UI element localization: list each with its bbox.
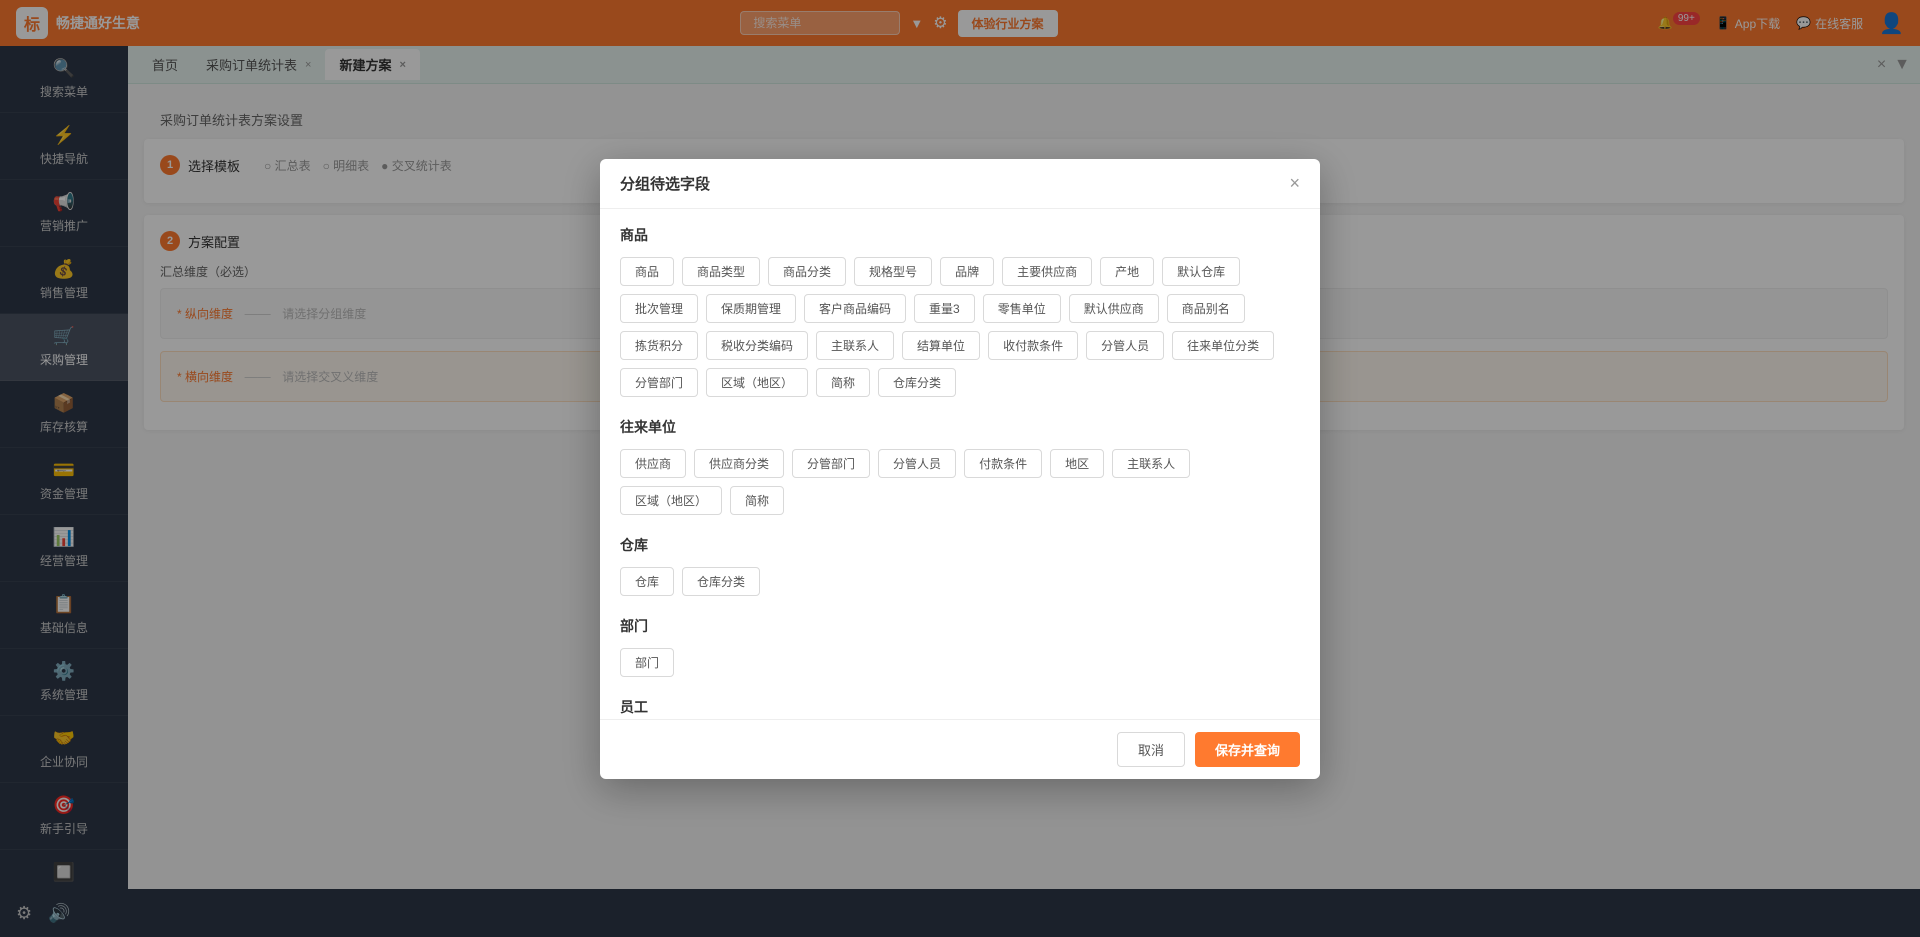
field-chip-g13[interactable]: 零售单位 bbox=[983, 294, 1061, 323]
field-chip-g16[interactable]: 拣货积分 bbox=[620, 331, 698, 360]
field-chip-p4[interactable]: 分管人员 bbox=[878, 449, 956, 478]
modal-body: 商品 商品 商品类型 商品分类 规格型号 品牌 主要供应商 产地 默认仓库 批次… bbox=[600, 209, 1320, 719]
field-select-modal: 分组待选字段 × 商品 商品 商品类型 商品分类 规格型号 品牌 主要供应商 产… bbox=[600, 159, 1320, 779]
field-chip-g9[interactable]: 批次管理 bbox=[620, 294, 698, 323]
section-warehouse-title: 仓库 bbox=[620, 535, 1300, 555]
field-chip-g11[interactable]: 客户商品编码 bbox=[804, 294, 906, 323]
section-dept: 部门 部门 bbox=[620, 616, 1300, 677]
field-chip-g8[interactable]: 默认仓库 bbox=[1162, 257, 1240, 286]
field-chip-p1[interactable]: 供应商 bbox=[620, 449, 686, 478]
field-chip-d1[interactable]: 部门 bbox=[620, 648, 674, 677]
modal-title: 分组待选字段 bbox=[620, 173, 710, 194]
field-chip-g1[interactable]: 商品 bbox=[620, 257, 674, 286]
field-chip-g5[interactable]: 品牌 bbox=[940, 257, 994, 286]
section-goods-title: 商品 bbox=[620, 225, 1300, 245]
field-grid-partner: 供应商 供应商分类 分管部门 分管人员 付款条件 地区 主联系人 区域（地区） … bbox=[620, 449, 1300, 515]
field-chip-p6[interactable]: 地区 bbox=[1050, 449, 1104, 478]
field-chip-p5[interactable]: 付款条件 bbox=[964, 449, 1042, 478]
field-chip-g6[interactable]: 主要供应商 bbox=[1002, 257, 1092, 286]
cancel-button[interactable]: 取消 bbox=[1117, 732, 1185, 767]
section-staff: 员工 业务员 bbox=[620, 697, 1300, 719]
section-partner-title: 往来单位 bbox=[620, 417, 1300, 437]
field-chip-p7[interactable]: 主联系人 bbox=[1112, 449, 1190, 478]
field-chip-p2[interactable]: 供应商分类 bbox=[694, 449, 784, 478]
field-grid-warehouse: 仓库 仓库分类 bbox=[620, 567, 1300, 596]
field-chip-g10[interactable]: 保质期管理 bbox=[706, 294, 796, 323]
field-chip-g3[interactable]: 商品分类 bbox=[768, 257, 846, 286]
field-chip-g15[interactable]: 商品别名 bbox=[1167, 294, 1245, 323]
field-grid-goods: 商品 商品类型 商品分类 规格型号 品牌 主要供应商 产地 默认仓库 批次管理 … bbox=[620, 257, 1300, 397]
field-chip-g26[interactable]: 仓库分类 bbox=[878, 368, 956, 397]
field-chip-g20[interactable]: 收付款条件 bbox=[988, 331, 1078, 360]
field-chip-w1[interactable]: 仓库 bbox=[620, 567, 674, 596]
field-chip-g24[interactable]: 区域（地区） bbox=[706, 368, 808, 397]
field-chip-p9[interactable]: 简称 bbox=[730, 486, 784, 515]
field-chip-g18[interactable]: 主联系人 bbox=[816, 331, 894, 360]
section-staff-title: 员工 bbox=[620, 697, 1300, 717]
section-goods: 商品 商品 商品类型 商品分类 规格型号 品牌 主要供应商 产地 默认仓库 批次… bbox=[620, 225, 1300, 397]
modal-footer: 取消 保存并查询 bbox=[600, 719, 1320, 779]
field-chip-g17[interactable]: 税收分类编码 bbox=[706, 331, 808, 360]
field-chip-g4[interactable]: 规格型号 bbox=[854, 257, 932, 286]
section-partner: 往来单位 供应商 供应商分类 分管部门 分管人员 付款条件 地区 主联系人 区域… bbox=[620, 417, 1300, 515]
field-chip-g14[interactable]: 默认供应商 bbox=[1069, 294, 1159, 323]
section-dept-title: 部门 bbox=[620, 616, 1300, 636]
field-chip-g2[interactable]: 商品类型 bbox=[682, 257, 760, 286]
field-chip-g21[interactable]: 分管人员 bbox=[1086, 331, 1164, 360]
field-chip-p3[interactable]: 分管部门 bbox=[792, 449, 870, 478]
modal-close-btn[interactable]: × bbox=[1289, 174, 1300, 192]
field-grid-dept: 部门 bbox=[620, 648, 1300, 677]
modal-header: 分组待选字段 × bbox=[600, 159, 1320, 209]
section-warehouse: 仓库 仓库 仓库分类 bbox=[620, 535, 1300, 596]
field-chip-g7[interactable]: 产地 bbox=[1100, 257, 1154, 286]
field-chip-g12[interactable]: 重量3 bbox=[914, 294, 975, 323]
field-chip-p8[interactable]: 区域（地区） bbox=[620, 486, 722, 515]
field-chip-g23[interactable]: 分管部门 bbox=[620, 368, 698, 397]
field-chip-g25[interactable]: 简称 bbox=[816, 368, 870, 397]
field-chip-g19[interactable]: 结算单位 bbox=[902, 331, 980, 360]
field-chip-w2[interactable]: 仓库分类 bbox=[682, 567, 760, 596]
field-chip-g22[interactable]: 往来单位分类 bbox=[1172, 331, 1274, 360]
confirm-button[interactable]: 保存并查询 bbox=[1195, 732, 1300, 767]
